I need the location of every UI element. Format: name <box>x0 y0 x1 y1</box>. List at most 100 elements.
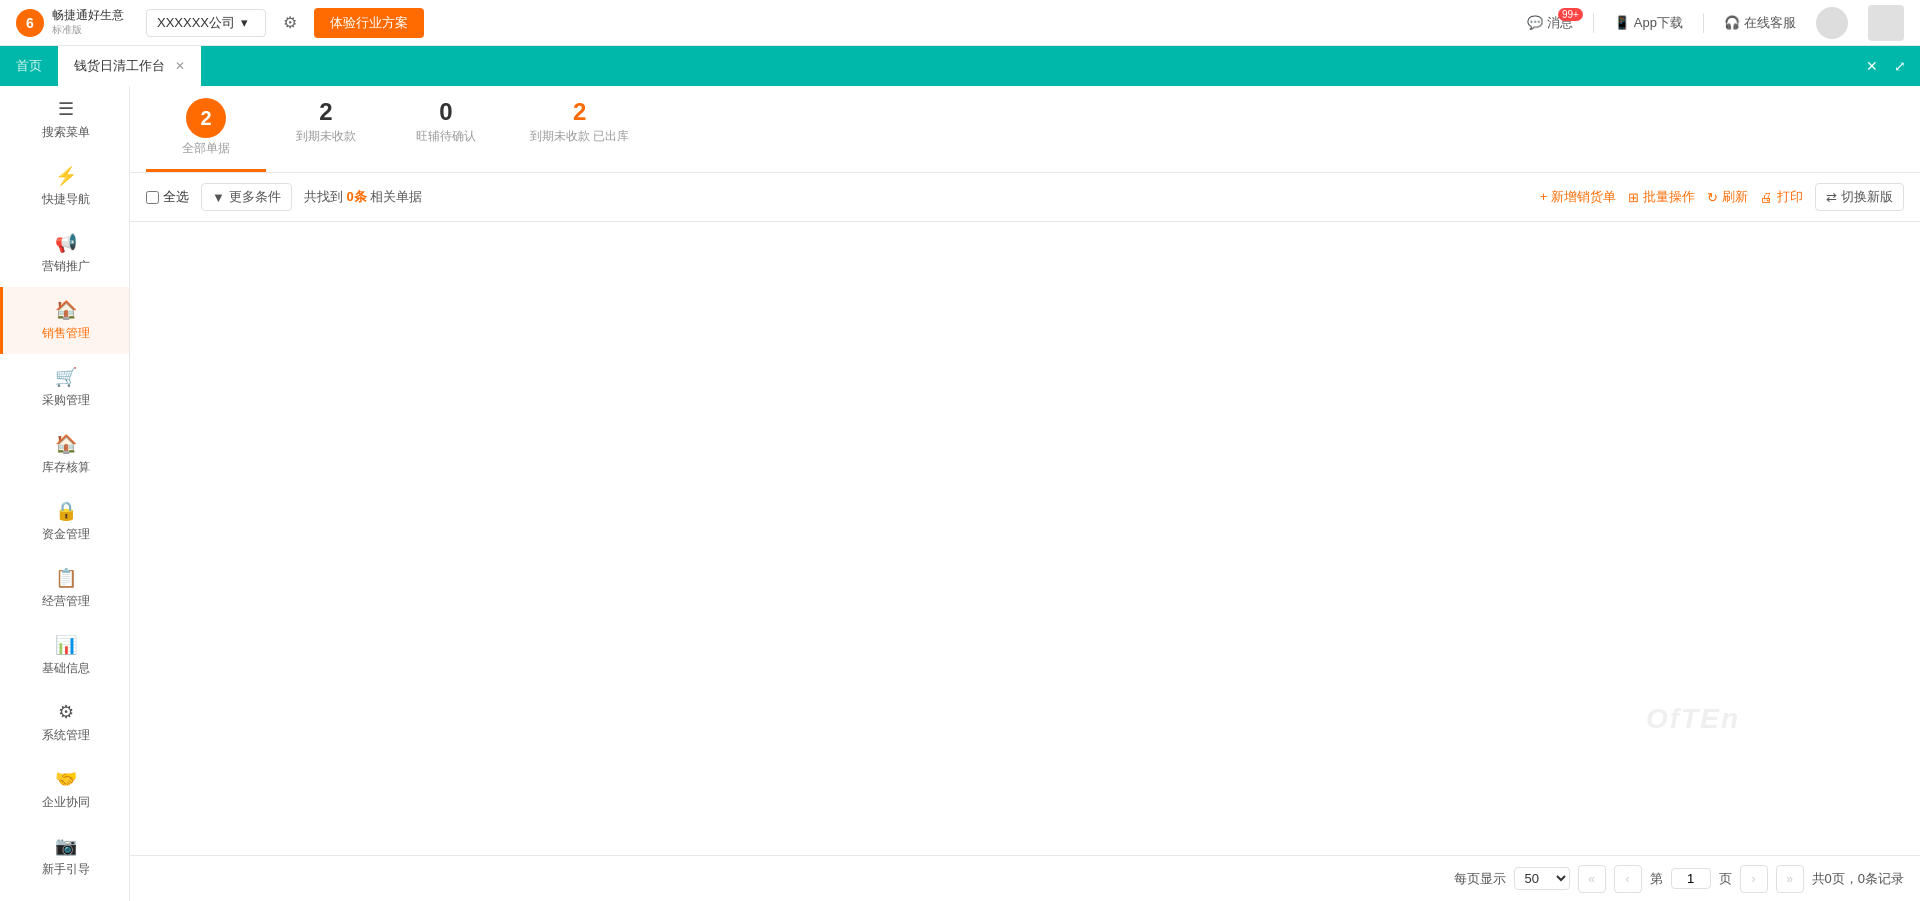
shopping-icon: 🛒 <box>55 366 77 388</box>
tab-work-bench[interactable]: 钱货日清工作台 ✕ <box>58 46 201 86</box>
avatar[interactable] <box>1816 7 1848 39</box>
table-area: OfTEn <box>130 222 1920 855</box>
switch-version-button[interactable]: ⇄ 切换新版 <box>1815 183 1904 211</box>
online-service-label: 在线客服 <box>1744 14 1796 32</box>
tab-home[interactable]: 首页 <box>0 46 58 86</box>
page-label-suffix: 页 <box>1719 870 1732 888</box>
filter-button[interactable]: ▼ 更多条件 <box>201 183 292 211</box>
lock-icon: 🔒 <box>55 500 77 522</box>
print-button[interactable]: 🖨 打印 <box>1760 188 1803 206</box>
select-all-input[interactable] <box>146 191 159 204</box>
filter-label: 更多条件 <box>229 188 281 206</box>
phone-icon: 📱 <box>1614 15 1630 30</box>
stats-tab-pending[interactable]: 0 旺辅待确认 <box>386 86 506 172</box>
sidebar-label-marketing: 营销推广 <box>42 258 90 275</box>
megaphone-icon: 📢 <box>55 232 77 254</box>
headset-icon: 🎧 <box>1724 15 1740 30</box>
pagination-bar: 每页显示 50 10 20 100 « ‹ 第 页 › » 共0页，0条记 <box>130 855 1920 901</box>
page-size-label: 每页显示 <box>1454 870 1506 888</box>
sidebar: ☰ 搜索菜单 ⚡ 快捷导航 📢 营销推广 🏠 销售管理 🛒 采购管理 🏠 库存核… <box>0 86 130 901</box>
sidebar-item-app-center[interactable]: 🎁 应用中心 <box>0 890 129 901</box>
batch-operation-button[interactable]: ⊞ 批量操作 <box>1628 188 1695 206</box>
switch-icon: ⇄ <box>1826 190 1837 205</box>
stats-tab-overdue[interactable]: 2 到期未收款 <box>266 86 386 172</box>
message-badge: 99+ <box>1558 8 1583 21</box>
sidebar-label-enterprise: 企业协同 <box>42 794 90 811</box>
page-label-prefix: 第 <box>1650 870 1663 888</box>
stats-number-pending: 0 <box>439 98 452 126</box>
chevron-down-icon: ▾ <box>241 15 248 30</box>
sidebar-label-finance: 资金管理 <box>42 526 90 543</box>
batch-icon: ⊞ <box>1628 190 1639 205</box>
company-selector[interactable]: XXXXXX公司 ▾ <box>146 9 266 37</box>
lightning-icon: ⚡ <box>55 165 77 187</box>
sidebar-item-guide[interactable]: 📷 新手引导 <box>0 823 129 890</box>
found-suffix: 相关单据 <box>370 189 422 204</box>
sidebar-label-operations: 经营管理 <box>42 593 90 610</box>
top-header: 6 畅捷通好生意 标准版 XXXXXX公司 ▾ ⚙ 体验行业方案 💬 消息 99… <box>0 0 1920 46</box>
sidebar-label-search-menu: 搜索菜单 <box>42 124 90 141</box>
sidebar-item-system[interactable]: ⚙ 系统管理 <box>0 689 129 756</box>
app-badge: 标准版 <box>52 23 124 37</box>
sidebar-label-basic-info: 基础信息 <box>42 660 90 677</box>
divider-1 <box>1593 13 1594 33</box>
found-count: 0条 <box>347 189 367 204</box>
sidebar-item-finance[interactable]: 🔒 资金管理 <box>0 488 129 555</box>
experience-button[interactable]: 体验行业方案 <box>314 8 424 38</box>
stats-number-all: 2 <box>186 98 226 138</box>
main-layout: ☰ 搜索菜单 ⚡ 快捷导航 📢 营销推广 🏠 销售管理 🛒 采购管理 🏠 库存核… <box>0 86 1920 901</box>
header-right: 💬 消息 99+ 📱 App下载 🎧 在线客服 <box>1527 5 1904 41</box>
prev-page-button[interactable]: ‹ <box>1614 865 1642 893</box>
app-download-button[interactable]: 📱 App下载 <box>1614 14 1683 32</box>
stats-tab-shipped[interactable]: 2 到期未收款 已出库 <box>506 86 653 172</box>
stats-number-shipped: 2 <box>573 98 586 126</box>
tab-expand-icon[interactable]: ⤢ <box>1888 56 1912 76</box>
stats-tab-all[interactable]: 2 全部单据 <box>146 86 266 172</box>
tab-home-label: 首页 <box>16 57 42 75</box>
refresh-button[interactable]: ↻ 刷新 <box>1707 188 1748 206</box>
tab-workbench-label: 钱货日清工作台 <box>74 57 165 75</box>
stats-label-pending: 旺辅待确认 <box>416 128 476 145</box>
sidebar-label-purchase: 采购管理 <box>42 392 90 409</box>
user-name-area[interactable] <box>1868 5 1904 41</box>
menu-icon: ☰ <box>58 98 74 120</box>
sidebar-item-purchase[interactable]: 🛒 采购管理 <box>0 354 129 421</box>
toolbar-right: + 新增销货单 ⊞ 批量操作 ↻ 刷新 🖨 打印 ⇄ 切换新版 <box>1540 183 1904 211</box>
sidebar-item-operations[interactable]: 📋 经营管理 <box>0 555 129 622</box>
add-sales-order-button[interactable]: + 新增销货单 <box>1540 188 1616 206</box>
stats-number-overdue: 2 <box>319 98 332 126</box>
page-size-select[interactable]: 50 10 20 100 <box>1514 867 1570 890</box>
tab-bar: 首页 钱货日清工作台 ✕ ✕ ⤢ <box>0 46 1920 86</box>
next-page-button[interactable]: › <box>1740 865 1768 893</box>
sidebar-item-quick-nav[interactable]: ⚡ 快捷导航 <box>0 153 129 220</box>
stats-tabs: 2 全部单据 2 到期未收款 0 旺辅待确认 2 到期未收款 已出库 <box>130 86 1920 173</box>
settings-icon[interactable]: ⚙ <box>274 7 306 39</box>
tab-close-all-icon[interactable]: ✕ <box>1860 56 1884 76</box>
refresh-icon: ↻ <box>1707 190 1718 205</box>
sidebar-label-guide: 新手引导 <box>42 861 90 878</box>
sidebar-item-inventory[interactable]: 🏠 库存核算 <box>0 421 129 488</box>
sidebar-item-sales[interactable]: 🏠 销售管理 <box>0 287 129 354</box>
select-all-checkbox[interactable]: 全选 <box>146 188 189 206</box>
tab-controls: ✕ ⤢ <box>1860 56 1920 76</box>
first-page-button[interactable]: « <box>1578 865 1606 893</box>
batch-label: 批量操作 <box>1643 188 1695 206</box>
doc-icon: 📋 <box>55 567 77 589</box>
tab-close-icon[interactable]: ✕ <box>175 59 185 73</box>
sidebar-label-inventory: 库存核算 <box>42 459 90 476</box>
sidebar-item-enterprise[interactable]: 🤝 企业协同 <box>0 756 129 823</box>
total-records-text: 共0页，0条记录 <box>1812 870 1904 888</box>
system-icon: ⚙ <box>58 701 74 723</box>
sidebar-item-basic-info[interactable]: 📊 基础信息 <box>0 622 129 689</box>
sidebar-item-search-menu[interactable]: ☰ 搜索菜单 <box>0 86 129 153</box>
online-service-button[interactable]: 🎧 在线客服 <box>1724 14 1796 32</box>
enterprise-icon: 🤝 <box>55 768 77 790</box>
print-icon: 🖨 <box>1760 190 1773 205</box>
last-page-button[interactable]: » <box>1776 865 1804 893</box>
message-button[interactable]: 💬 消息 99+ <box>1527 14 1573 32</box>
guide-icon: 📷 <box>55 835 77 857</box>
stats-label-overdue: 到期未收款 <box>296 128 356 145</box>
app-name: 畅捷通好生意 <box>52 8 124 24</box>
page-number-input[interactable] <box>1671 868 1711 889</box>
sidebar-item-marketing[interactable]: 📢 营销推广 <box>0 220 129 287</box>
